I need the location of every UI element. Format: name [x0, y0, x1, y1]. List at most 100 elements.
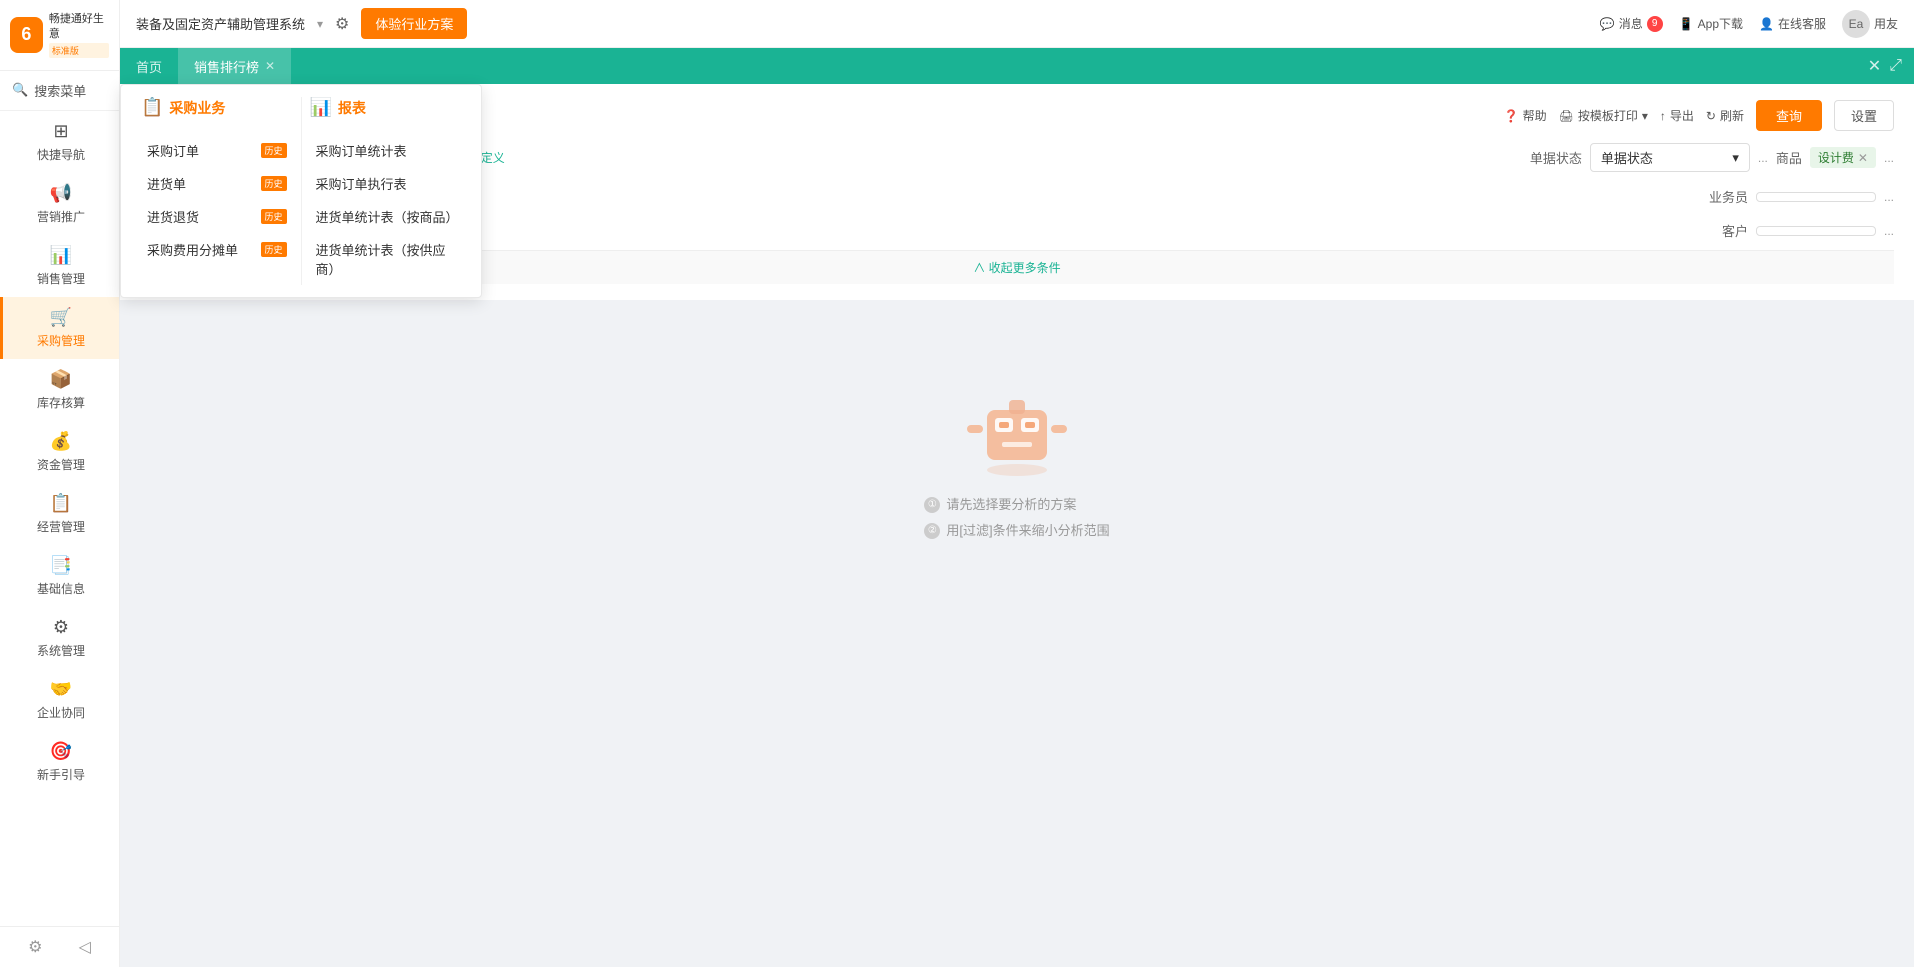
finance-icon: 💰: [50, 431, 72, 452]
sidebar: 6 畅捷通好生意 标准版 🔍 搜索菜单 ⊞ 快捷导航 📢 营销推广 📊 销售管理…: [0, 0, 120, 967]
collapse-sidebar-btn[interactable]: ◁: [79, 937, 91, 957]
status-placeholder: 单据状态: [1601, 148, 1653, 167]
sidebar-item-purchase[interactable]: 🛒 采购管理: [0, 297, 119, 359]
export-button[interactable]: ↑ 导出: [1660, 107, 1694, 124]
tabbar-right: ✕ ⤢: [1868, 56, 1914, 76]
sidebar-item-operation[interactable]: 📋 经营管理: [0, 483, 119, 545]
goods-filter-label: 商品: [1776, 148, 1802, 167]
empty-state: ① 请先选择要分析的方案 ② 用[过滤]条件来缩小分析范围: [120, 300, 1914, 624]
goods-ellipsis[interactable]: ...: [1884, 151, 1894, 165]
salesman-ellipsis[interactable]: ...: [1884, 190, 1894, 204]
sidebar-item-sales[interactable]: 📊 销售管理: [0, 235, 119, 297]
sidebar-item-quick-nav[interactable]: ⊞ 快捷导航: [0, 111, 119, 173]
app-download-button[interactable]: 📱 App下载: [1679, 15, 1743, 32]
basic-icon: 📑: [50, 555, 72, 576]
sidebar-item-finance[interactable]: 💰 资金管理: [0, 421, 119, 483]
topbar-right: 💬 消息 9 📱 App下载 👤 在线客服 Ea 用友: [1600, 10, 1898, 38]
app-icon: 📱: [1679, 17, 1694, 31]
sidebar-logo: 6 畅捷通好生意 标准版: [0, 0, 119, 71]
search-icon: 🔍: [12, 82, 28, 98]
menu-col-purchase: 📋 采购业务 采购订单 历史 进货单 历史 进货退货 历史 采购费用分摊单 历史: [133, 97, 301, 285]
marketing-icon: 📢: [50, 183, 72, 204]
tabbar: 首页 销售排行榜 ✕ ✕ ⤢: [120, 48, 1914, 84]
sidebar-item-guide[interactable]: 🎯 新手引导: [0, 731, 119, 793]
help-button[interactable]: ❓ 帮助: [1504, 107, 1547, 124]
setting-button[interactable]: 设置: [1834, 100, 1894, 131]
collapse-up-icon: ∧: [973, 261, 988, 275]
menu-item-purchase-order-stat[interactable]: 采购订单统计表: [310, 134, 462, 167]
tip-num-1: ①: [924, 497, 940, 513]
user-button[interactable]: Ea 用友: [1842, 10, 1898, 38]
goods-tag: 设计费 ✕: [1810, 147, 1876, 168]
customer-filter-label: 客户: [1722, 221, 1748, 240]
tip-num-2: ②: [924, 523, 940, 539]
salesman-filter-label: 业务员: [1709, 187, 1748, 206]
purchase-icon: 🛒: [50, 307, 72, 328]
menu-item-purchase-expense[interactable]: 采购费用分摊单 历史: [141, 233, 293, 266]
menu-item-stock-return[interactable]: 进货退货 历史: [141, 200, 293, 233]
sales-icon: 📊: [50, 245, 72, 266]
tab-sales-rank[interactable]: 销售排行榜 ✕: [178, 48, 291, 84]
inventory-icon: 📦: [50, 369, 72, 390]
tab-home[interactable]: 首页: [120, 48, 178, 84]
badge-stock-return: 历史: [261, 209, 287, 224]
menu-item-purchase-order[interactable]: 采购订单 历史: [141, 134, 293, 167]
operation-icon: 📋: [50, 493, 72, 514]
dropdown-menu: 📋 采购业务 采购订单 历史 进货单 历史 进货退货 历史 采购费用分摊单 历史: [120, 84, 482, 298]
query-button[interactable]: 查询: [1756, 100, 1822, 131]
empty-tip-2: ② 用[过滤]条件来缩小分析范围: [924, 518, 1109, 544]
menu-item-stock-stat-supplier[interactable]: 进货单统计表（按供应商）: [310, 233, 462, 285]
enterprise-icon: 🤝: [50, 679, 72, 700]
badge-stock-in: 历史: [261, 176, 287, 191]
customer-filter-select[interactable]: [1756, 226, 1876, 236]
refresh-icon: ↻: [1706, 109, 1716, 123]
refresh-button[interactable]: ↻ 刷新: [1706, 107, 1744, 124]
industry-plan-button[interactable]: 体验行业方案: [361, 8, 467, 39]
badge-purchase-expense: 历史: [261, 242, 287, 257]
sidebar-item-inventory[interactable]: 📦 库存核算: [0, 359, 119, 421]
system-icon: ⚙: [53, 617, 69, 638]
message-button[interactable]: 💬 消息 9: [1600, 15, 1663, 32]
tab-close-icon[interactable]: ✕: [265, 59, 275, 73]
print-button[interactable]: 🖨 按模板打印 ▾: [1559, 107, 1648, 124]
empty-illustration: [957, 380, 1077, 480]
logo-text: 畅捷通好生意: [49, 12, 109, 43]
user-avatar: Ea: [1842, 10, 1870, 38]
status-arrow-icon: ▾: [1732, 150, 1739, 166]
sidebar-item-system[interactable]: ⚙ 系统管理: [0, 607, 119, 669]
menu-item-stock-in[interactable]: 进货单 历史: [141, 167, 293, 200]
goods-tag-close[interactable]: ✕: [1858, 151, 1868, 165]
message-badge: 9: [1647, 16, 1663, 32]
print-icon: 🖨: [1559, 109, 1574, 123]
topbar: 装备及固定资产辅助管理系统 ▾ ⚙ 体验行业方案 💬 消息 9 📱 App下载 …: [120, 0, 1914, 48]
menu-item-purchase-order-exec[interactable]: 采购订单执行表: [310, 167, 462, 200]
salesman-filter-select[interactable]: [1756, 192, 1876, 202]
export-icon: ↑: [1660, 109, 1666, 123]
sidebar-bottom: ⚙ ◁: [0, 926, 119, 967]
sidebar-item-enterprise[interactable]: 🤝 企业协同: [0, 669, 119, 731]
tabbar-expand-icon[interactable]: ⤢: [1889, 57, 1902, 75]
message-icon: 💬: [1600, 17, 1615, 31]
logo-icon: 6: [10, 17, 43, 53]
tabbar-close-icon[interactable]: ✕: [1868, 56, 1881, 76]
menu-col-purchase-header: 📋 采购业务: [141, 97, 293, 124]
sidebar-item-marketing[interactable]: 📢 营销推广: [0, 173, 119, 235]
logo-badge: 标准版: [49, 43, 109, 58]
help-icon: ❓: [1504, 109, 1519, 123]
topbar-dropdown-arrow[interactable]: ▾: [317, 17, 323, 31]
online-service-button[interactable]: 👤 在线客服: [1759, 15, 1826, 32]
empty-tips: ① 请先选择要分析的方案 ② 用[过滤]条件来缩小分析范围: [924, 492, 1109, 544]
empty-tip-1: ① 请先选择要分析的方案: [924, 492, 1109, 518]
menu-item-stock-stat-goods[interactable]: 进货单统计表（按商品）: [310, 200, 462, 233]
dropdown-menu-overlay: 📋 采购业务 采购订单 历史 进货单 历史 进货退货 历史 采购费用分摊单 历史: [120, 84, 482, 298]
customer-ellipsis[interactable]: ...: [1884, 224, 1894, 238]
quick-nav-icon: ⊞: [53, 121, 68, 142]
search-menu-item[interactable]: 🔍 搜索菜单: [0, 71, 119, 111]
guide-icon: 🎯: [50, 741, 72, 762]
status-ellipsis[interactable]: ...: [1758, 151, 1768, 165]
settings-bottom-btn[interactable]: ⚙: [28, 937, 42, 957]
topbar-gear-icon[interactable]: ⚙: [335, 14, 349, 34]
status-filter-select[interactable]: 单据状态 ▾: [1590, 143, 1750, 172]
sidebar-item-basic[interactable]: 📑 基础信息: [0, 545, 119, 607]
purchase-business-icon: 📋: [141, 97, 163, 118]
